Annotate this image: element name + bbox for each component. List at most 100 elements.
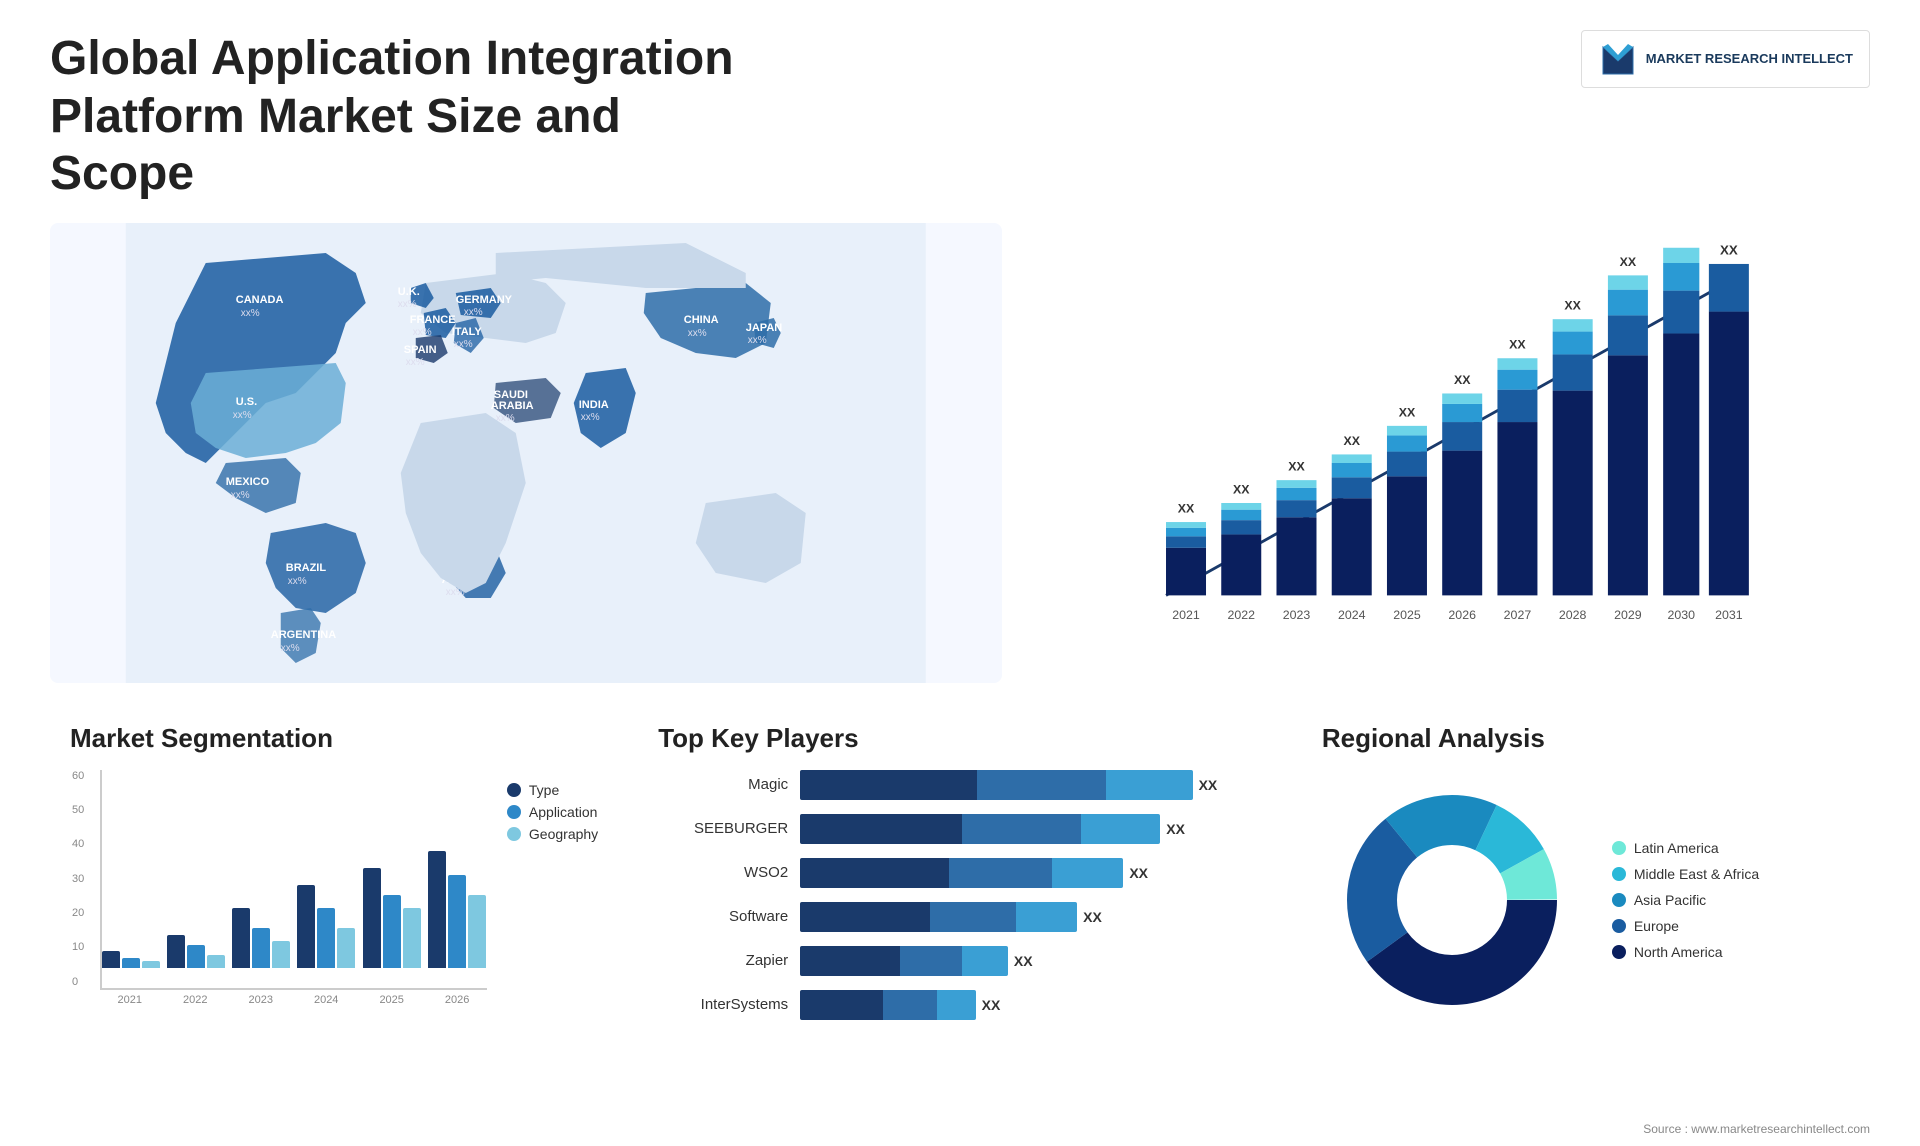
- japan-label: JAPAN: [746, 322, 783, 334]
- europe-label: Europe: [1634, 918, 1679, 934]
- legend-type: Type: [507, 782, 598, 798]
- uk-label: U.K.: [398, 286, 420, 298]
- player-software-name: Software: [658, 908, 788, 925]
- growth-bar-chart: XX 2021 XX 2022 XX 2023: [1072, 243, 1851, 643]
- uk-value: xx%: [398, 299, 417, 310]
- india-label: INDIA: [579, 399, 609, 411]
- france-label: FRANCE: [410, 314, 456, 326]
- donut-chart: [1322, 770, 1582, 1030]
- seg-bar-group-2023: [232, 908, 291, 968]
- seg-bar-group-2024: [297, 885, 356, 968]
- svg-text:XX: XX: [1232, 482, 1249, 496]
- reg-legend-north-america: North America: [1612, 944, 1759, 960]
- legend-geo-label: Geography: [529, 826, 598, 842]
- svg-text:2030: 2030: [1667, 608, 1695, 622]
- bar-2021-seg3: [1166, 528, 1206, 537]
- legend-type-label: Type: [529, 782, 559, 798]
- asia-pacific-label: Asia Pacific: [1634, 892, 1706, 908]
- svg-text:2023: 2023: [1282, 608, 1310, 622]
- spain-label: SPAIN: [404, 344, 437, 356]
- player-seeburger-name: SEEBURGER: [658, 820, 788, 837]
- latin-america-dot: [1612, 841, 1626, 855]
- bar-2021-label: 2021: [1172, 608, 1200, 622]
- us-value: xx%: [233, 410, 252, 421]
- svg-text:2026: 2026: [1448, 608, 1476, 622]
- legend-app-dot: [507, 805, 521, 819]
- svg-text:XX: XX: [1564, 298, 1581, 312]
- player-wso2-val: XX: [1129, 865, 1148, 881]
- svg-text:XX: XX: [1288, 459, 1305, 473]
- page-title: Global Application Integration Platform …: [50, 30, 750, 203]
- reg-legend-asia-pacific: Asia Pacific: [1612, 892, 1759, 908]
- svg-text:XX: XX: [1343, 434, 1360, 448]
- bar-2021-seg4: [1166, 522, 1206, 528]
- legend-geography: Geography: [507, 826, 598, 842]
- india-value: xx%: [581, 412, 600, 423]
- player-magic-bar: XX: [800, 770, 1262, 800]
- player-seeburger-bar: XX: [800, 814, 1262, 844]
- reg-legend-middle-east: Middle East & Africa: [1612, 866, 1759, 882]
- donut-svg: [1322, 770, 1582, 1030]
- player-intersystems-name: InterSystems: [658, 996, 788, 1013]
- china-value: xx%: [688, 328, 707, 339]
- svg-text:2029: 2029: [1614, 608, 1642, 622]
- segmentation-legend: Type Application Geography: [507, 782, 598, 842]
- regional-legend: Latin America Middle East & Africa Asia …: [1612, 840, 1759, 960]
- argentina-label: ARGENTINA: [271, 629, 336, 641]
- growth-svg: XX 2021 XX 2022 XX 2023: [1072, 243, 1851, 643]
- spain-value: xx%: [406, 357, 425, 368]
- player-intersystems-val: XX: [982, 997, 1001, 1013]
- middle-east-label: Middle East & Africa: [1634, 866, 1759, 882]
- seg-y-axis: 6050403020100: [72, 770, 84, 988]
- player-magic: Magic XX: [658, 770, 1262, 800]
- mexico-label: MEXICO: [226, 476, 270, 488]
- bar-2021-value: XX: [1177, 501, 1194, 515]
- bar-2021-seg1: [1166, 548, 1206, 596]
- seg-bar-group-2025: [363, 868, 422, 968]
- player-intersystems: InterSystems XX: [658, 990, 1262, 1020]
- player-software-bar: XX: [800, 902, 1262, 932]
- latin-america-label: Latin America: [1634, 840, 1719, 856]
- player-zapier-val: XX: [1014, 953, 1033, 969]
- north-america-label: North America: [1634, 944, 1723, 960]
- player-zapier-bar: XX: [800, 946, 1262, 976]
- svg-text:XX: XX: [1719, 243, 1737, 257]
- bottom-section: Market Segmentation 6050403020100: [50, 713, 1870, 1093]
- player-zapier: Zapier XX: [658, 946, 1262, 976]
- germany-value: xx%: [464, 307, 483, 318]
- legend-type-dot: [507, 783, 521, 797]
- top-section: CANADA xx% U.S. xx% MEXICO xx% BRAZIL xx…: [50, 223, 1870, 683]
- player-zapier-name: Zapier: [658, 952, 788, 969]
- svg-text:XX: XX: [1453, 373, 1470, 387]
- logo-area: MARKET RESEARCH INTELLECT: [1581, 30, 1870, 88]
- legend-application: Application: [507, 804, 598, 820]
- players-title: Top Key Players: [658, 723, 1262, 754]
- regional-section: Regional Analysis: [1302, 713, 1870, 1093]
- svg-text:2031: 2031: [1715, 608, 1743, 622]
- player-seeburger-val: XX: [1166, 821, 1185, 837]
- world-map: CANADA xx% U.S. xx% MEXICO xx% BRAZIL xx…: [50, 223, 1002, 683]
- player-magic-name: Magic: [658, 776, 788, 793]
- legend-app-label: Application: [529, 804, 598, 820]
- player-wso2-bar: XX: [800, 858, 1262, 888]
- svg-text:XX: XX: [1509, 337, 1526, 351]
- map-container: CANADA xx% U.S. xx% MEXICO xx% BRAZIL xx…: [50, 223, 1002, 683]
- north-america-dot: [1612, 945, 1626, 959]
- asia-pacific-dot: [1612, 893, 1626, 907]
- players-section: Top Key Players Magic XX SEEBURGER: [638, 713, 1282, 1093]
- svg-text:XX: XX: [1619, 255, 1636, 269]
- player-seeburger: SEEBURGER XX: [658, 814, 1262, 844]
- seg-x-axis: 2021 2022 2023 2024 2025 2026: [100, 994, 487, 1006]
- japan-value: xx%: [748, 335, 767, 346]
- segmentation-chart: 6050403020100: [100, 770, 487, 990]
- brazil-label: BRAZIL: [286, 562, 327, 574]
- seg-bar-group-2026: [428, 851, 487, 968]
- bar-2021-seg2: [1166, 536, 1206, 547]
- player-bars-list: Magic XX SEEBURGER: [658, 770, 1262, 1020]
- legend-geo-dot: [507, 827, 521, 841]
- segmentation-section: Market Segmentation 6050403020100: [50, 713, 618, 1093]
- player-magic-val: XX: [1199, 777, 1218, 793]
- regional-title: Regional Analysis: [1322, 723, 1850, 754]
- player-wso2-name: WSO2: [658, 864, 788, 881]
- saudi-label2: ARABIA: [491, 400, 534, 412]
